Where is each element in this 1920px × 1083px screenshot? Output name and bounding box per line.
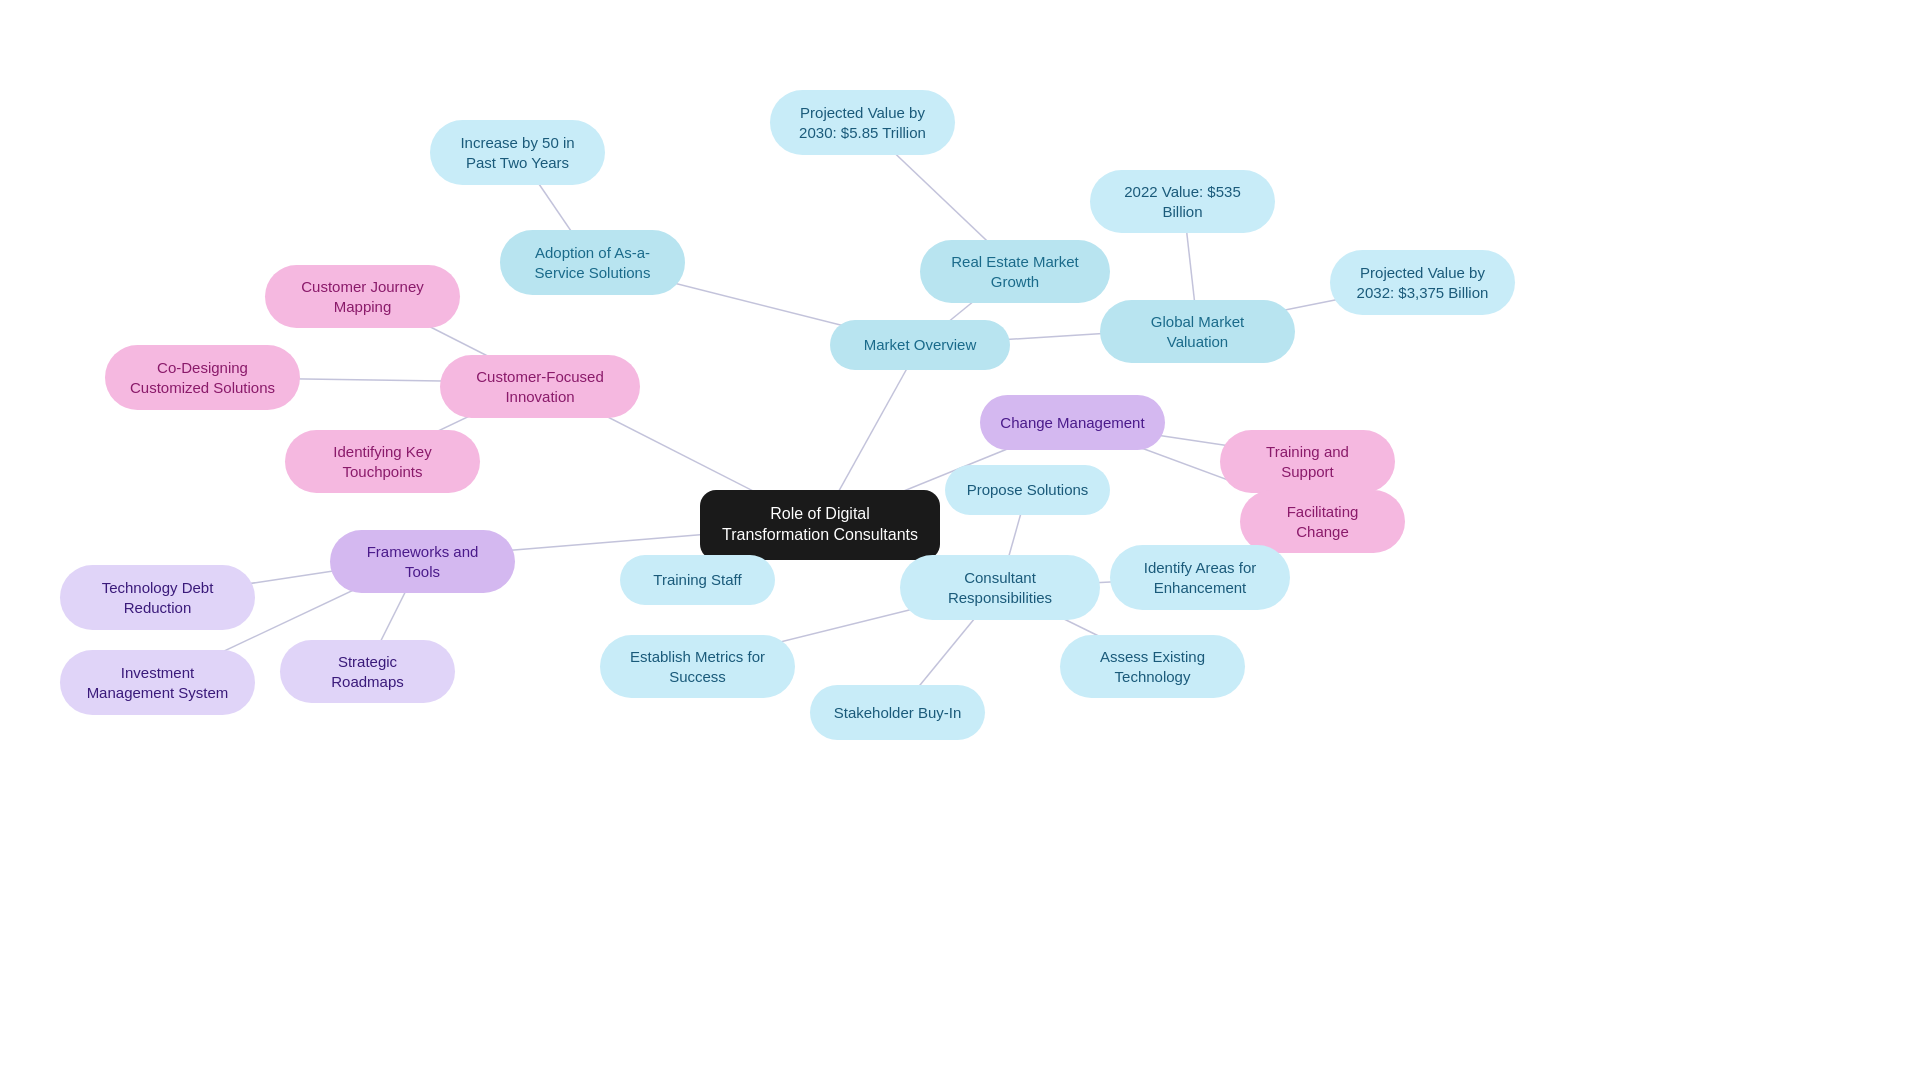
node-adoptionService: Adoption of As-a-Service Solutions (500, 230, 685, 295)
node-strategicRoadmaps: Strategic Roadmaps (280, 640, 455, 703)
node-projectedValue2032: Projected Value by 2032: $3,375 Billion (1330, 250, 1515, 315)
node-identifyingKey: Identifying Key Touchpoints (285, 430, 480, 493)
node-establishMetrics: Establish Metrics for Success (600, 635, 795, 698)
node-frameworksTools: Frameworks and Tools (330, 530, 515, 593)
node-assessExisting: Assess Existing Technology (1060, 635, 1245, 698)
node-trainingSupport: Training and Support (1220, 430, 1395, 493)
node-investmentMgmt: Investment Management System (60, 650, 255, 715)
node-customerJourney: Customer Journey Mapping (265, 265, 460, 328)
node-identifyAreas: Identify Areas for Enhancement (1110, 545, 1290, 610)
node-facilitatingChange: Facilitating Change (1240, 490, 1405, 553)
node-globalMarket: Global Market Valuation (1100, 300, 1295, 363)
node-trainingStaff: Training Staff (620, 555, 775, 605)
node-coDesigning: Co-Designing Customized Solutions (105, 345, 300, 410)
node-consultantResp: Consultant Responsibilities (900, 555, 1100, 620)
node-stakeholderBuyIn: Stakeholder Buy-In (810, 685, 985, 740)
node-changeManagement: Change Management (980, 395, 1165, 450)
node-center: Role of Digital Transformation Consultan… (700, 490, 940, 560)
node-value2022: 2022 Value: $535 Billion (1090, 170, 1275, 233)
node-projectedValue2030: Projected Value by 2030: $5.85 Trillion (770, 90, 955, 155)
node-techDebt: Technology Debt Reduction (60, 565, 255, 630)
node-proposeSolutions: Propose Solutions (945, 465, 1110, 515)
node-marketOverview: Market Overview (830, 320, 1010, 370)
mindmap-container: Role of Digital Transformation Consultan… (0, 0, 1920, 1083)
node-customerFocused: Customer-Focused Innovation (440, 355, 640, 418)
node-realEstate: Real Estate Market Growth (920, 240, 1110, 303)
connections-svg (0, 0, 1920, 1083)
node-increaseBy50: Increase by 50 in Past Two Years (430, 120, 605, 185)
